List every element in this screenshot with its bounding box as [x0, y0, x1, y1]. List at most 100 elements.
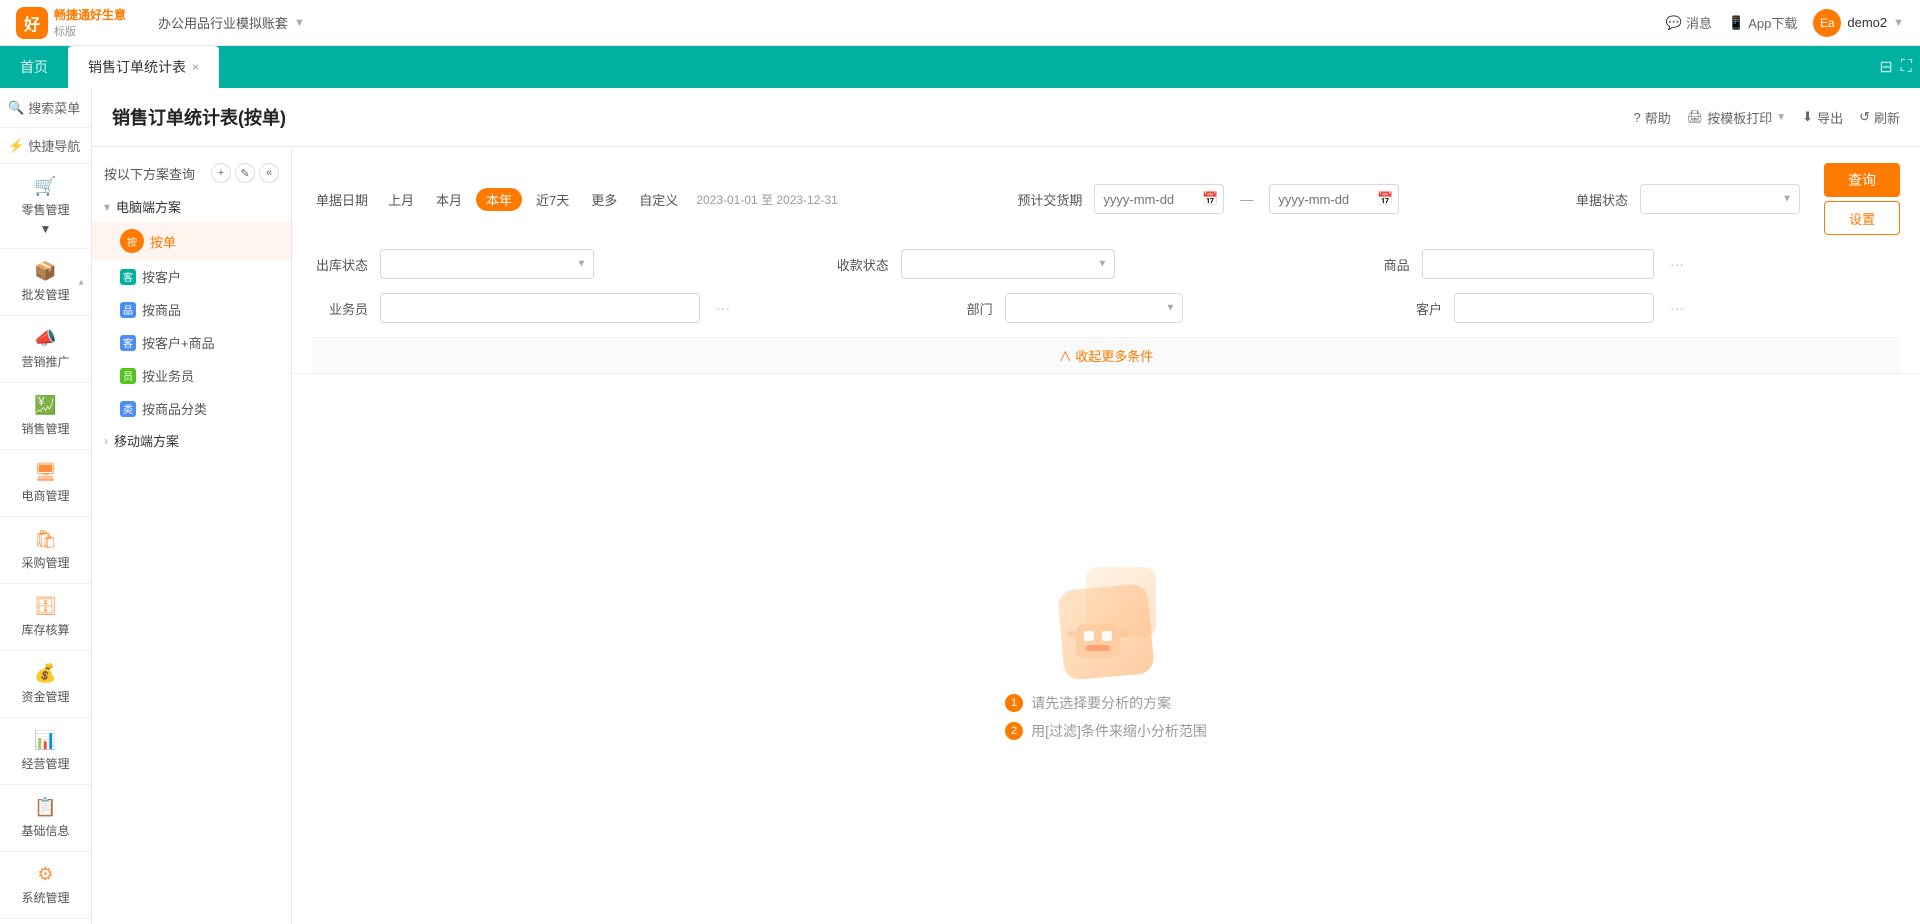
payment-status-select[interactable] [901, 249, 1115, 279]
export-btn[interactable]: ⬇ 导出 [1802, 108, 1843, 127]
edit-scheme-btn[interactable]: ✎ [235, 163, 255, 183]
customer-input[interactable] [1454, 293, 1654, 323]
sidebar-item-finance-label: 资金管理 [21, 688, 69, 705]
user-menu[interactable]: Ea demo2 ▼ [1813, 9, 1904, 37]
date-btn-more[interactable]: 更多 [583, 187, 625, 212]
sidebar-item-purchase[interactable]: 🛍 采购管理 [0, 517, 91, 584]
sidebar-item-system[interactable]: ⚙ 系统管理 [0, 852, 91, 919]
search-icon: 🔍 [8, 100, 24, 116]
expected-date-label: 预计交货期 [1010, 190, 1082, 209]
nav-item-by-salesperson[interactable]: 员 按业务员 [92, 359, 291, 392]
sidebar-item-enterprise[interactable]: 🤝 企业协同 [0, 919, 91, 924]
tab-expand-icon[interactable]: ⛶ [1901, 58, 1912, 76]
message-icon: 💬 [1666, 15, 1682, 31]
expected-date-end-input[interactable] [1269, 184, 1399, 214]
settings-button[interactable]: 设置 [1824, 201, 1900, 235]
app-selector-arrow: ▼ [294, 17, 305, 29]
tab-sales-stats[interactable]: 销售订单统计表 × [68, 46, 219, 88]
sidebar-item-marketing[interactable]: 📣 营销推广 [0, 316, 91, 383]
logo-text: 畅捷通好生意 [54, 6, 126, 23]
ship-status-select[interactable] [380, 249, 594, 279]
top-bar: 好 畅捷通好生意 标版 办公用品行业模拟账套 ▼ 💬 消息 📱 App下载 Ea… [0, 0, 1920, 46]
nav-item-by-salesperson-label: 按业务员 [142, 366, 194, 385]
nav-pc-group[interactable]: ▾ 电脑端方案 [92, 191, 291, 222]
print-label: 按模板打印 [1707, 108, 1772, 127]
tab-home[interactable]: 首页 [0, 46, 68, 88]
sidebar-item-sales[interactable]: 💹 销售管理 [0, 383, 91, 450]
sidebar-item-finance[interactable]: 💰 资金管理 [0, 651, 91, 718]
date-btn-custom[interactable]: 自定义 [631, 187, 686, 212]
export-label: 导出 [1817, 108, 1843, 127]
query-button[interactable]: 查询 [1824, 163, 1900, 197]
sidebar-item-wholesale[interactable]: 📦 批发管理 [0, 249, 91, 316]
help-btn[interactable]: ? 帮助 [1633, 108, 1670, 127]
help-label: 帮助 [1645, 108, 1671, 127]
finance-icon: 💰 [34, 663, 56, 684]
date-btn-7days[interactable]: 近7天 [528, 187, 577, 212]
payment-status-select-wrap [901, 249, 1115, 279]
nav-item-by-goods[interactable]: 品 按商品 [92, 293, 291, 326]
date-separator: — [1236, 192, 1257, 207]
sidebar-item-retail-label: 零售管理 [21, 201, 69, 218]
tab-home-label: 首页 [20, 57, 48, 77]
main-layout: 🔍 搜索菜单 ⚡ 快捷导航 🛒 零售管理 📦 批发管理 📣 营销推广 💹 销售管… [0, 88, 1920, 924]
nav-mobile-group[interactable]: › 移动端方案 [92, 425, 291, 456]
inventory-icon: 🗄 [34, 596, 57, 617]
content-area: 销售订单统计表(按单) ? 帮助 🖨 按模板打印 ▼ ⬇ 导出 ↺ 刷新 [92, 88, 1920, 924]
purchase-icon: 🛍 [34, 529, 57, 550]
app-download-btn[interactable]: 📱 App下载 [1728, 13, 1797, 32]
nav-item-by-order-label: 按单 [150, 232, 176, 251]
expected-date-start-input[interactable] [1094, 184, 1224, 214]
sidebar-item-retail[interactable]: 🛒 零售管理 [0, 164, 91, 249]
date-btn-this-month[interactable]: 本月 [428, 187, 470, 212]
filter-row-date: 单据日期 上月 本月 本年 近7天 更多 自定义 2023-01-01 至 20… [312, 163, 1900, 235]
goods-dots-btn[interactable]: ··· [1666, 256, 1688, 272]
date-btn-this-year[interactable]: 本年 [476, 188, 522, 211]
date-btn-last-month[interactable]: 上月 [380, 187, 422, 212]
logo-subtitle: 标版 [54, 23, 126, 39]
nav-item-by-cust-goods[interactable]: 客 按客户+商品 [92, 326, 291, 359]
collapse-nav-btn[interactable]: « [259, 163, 279, 183]
add-scheme-btn[interactable]: + [211, 163, 231, 183]
sidebar-search[interactable]: 🔍 搜索菜单 [0, 88, 91, 128]
status-select[interactable] [1640, 184, 1800, 214]
main-content-area: 按以下方案查询 + ✎ « ▾ 电脑端方案 按 按单 [92, 147, 1920, 924]
sidebar-item-operations[interactable]: 📊 经营管理 [0, 718, 91, 785]
salesperson-dots-btn[interactable]: ··· [712, 300, 734, 316]
app-selector[interactable]: 办公用品行业模拟账套 ▼ [158, 13, 1654, 32]
print-btn[interactable]: 🖨 按模板打印 ▼ [1687, 108, 1786, 127]
nav-item-by-customer[interactable]: 客 按客户 [92, 260, 291, 293]
department-select[interactable] [1005, 293, 1184, 323]
empty-area: 1 请先选择要分析的方案 2 用[过滤]条件来缩小分析范围 [292, 374, 1920, 924]
refresh-btn[interactable]: ↺ 刷新 [1859, 108, 1900, 127]
collapse-bar[interactable]: ∧ 收起更多条件 [312, 337, 1900, 373]
page-header-actions: ? 帮助 🖨 按模板打印 ▼ ⬇ 导出 ↺ 刷新 [1633, 108, 1900, 143]
sidebar-item-system-label: 系统管理 [21, 889, 69, 906]
nav-item-by-category-icon: 类 [120, 401, 136, 417]
sidebar-quicknav[interactable]: ⚡ 快捷导航 [0, 128, 91, 164]
nav-item-by-category[interactable]: 类 按商品分类 [92, 392, 291, 425]
payment-status-label: 收款状态 [833, 255, 889, 274]
sidebar-item-sales-label: 销售管理 [21, 420, 69, 437]
collapse-label: ∧ 收起更多条件 [1059, 346, 1154, 365]
tab-minimize-icon[interactable]: ⊟ [1879, 57, 1892, 77]
tab-close-icon[interactable]: × [192, 60, 199, 74]
message-btn[interactable]: 💬 消息 [1666, 13, 1712, 32]
sidebar-item-inventory[interactable]: 🗄 库存核算 [0, 584, 91, 651]
help-icon: ? [1633, 110, 1640, 125]
nav-item-by-order[interactable]: 按 按单 [92, 222, 291, 260]
expected-date-start-wrap: 📅 [1094, 184, 1224, 214]
export-icon: ⬇ [1802, 109, 1813, 125]
sidebar-item-basic[interactable]: 📋 基础信息 [0, 785, 91, 852]
nav-item-by-goods-icon: 品 [120, 302, 136, 318]
goods-input[interactable] [1422, 249, 1654, 279]
ship-status-select-wrap [380, 249, 594, 279]
date-range-text: 2023-01-01 至 2023-12-31 [696, 191, 837, 208]
top-right-area: 💬 消息 📱 App下载 Ea demo2 ▼ [1666, 9, 1904, 37]
tip-num-1: 1 [1005, 694, 1023, 712]
empty-tip-2-text: 用[过滤]条件来缩小分析范围 [1031, 721, 1207, 741]
sidebar-item-ecommerce[interactable]: 🖥 电商管理 [0, 450, 91, 517]
salesperson-input[interactable] [380, 293, 700, 323]
customer-dots-btn[interactable]: ··· [1666, 300, 1688, 316]
tip-num-2: 2 [1005, 722, 1023, 740]
